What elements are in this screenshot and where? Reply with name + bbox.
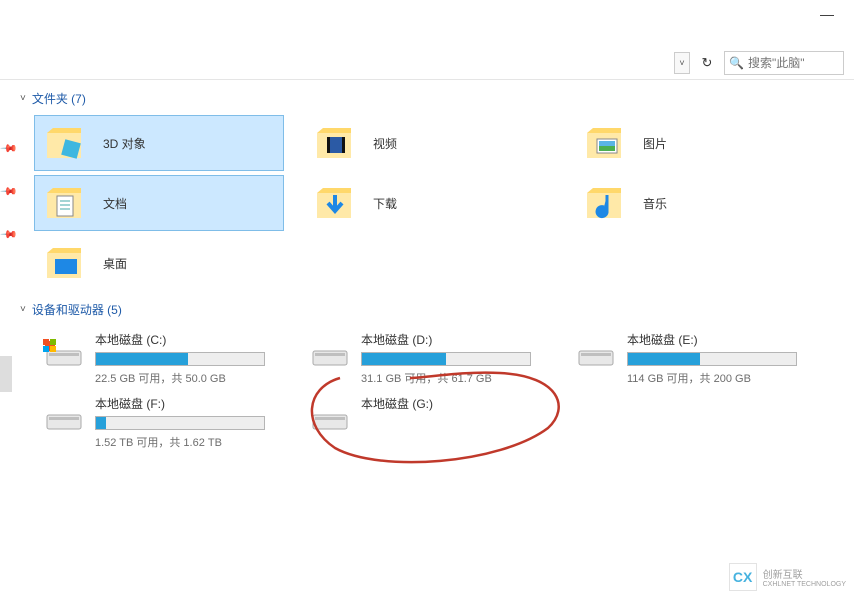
drive-item-e[interactable]: 本地磁盘 (E:) 114 GB 可用，共 200 GB	[572, 326, 832, 388]
folder-icon	[43, 241, 87, 285]
pin-icon: 📌	[0, 139, 18, 158]
drives-label: 设备和驱动器 (5)	[32, 301, 122, 318]
drive-item-d[interactable]: 本地磁盘 (D:) 31.1 GB 可用，共 61.7 GB	[306, 326, 566, 388]
watermark-logo: CX	[729, 563, 757, 591]
folder-label: 音乐	[643, 195, 667, 212]
drive-name: 本地磁盘 (C:)	[95, 331, 295, 348]
search-input[interactable]	[748, 56, 838, 70]
drive-usage-bar	[95, 352, 265, 366]
search-icon: 🔍	[729, 56, 744, 70]
drive-usage-bar	[627, 352, 797, 366]
folder-icon	[583, 121, 627, 165]
chevron-down-icon: ˅	[20, 93, 26, 104]
folders-header[interactable]: ˅ 文件夹 (7)	[0, 80, 854, 115]
folder-item-music[interactable]: 音乐	[574, 175, 824, 231]
watermark-cn: 创新互联	[763, 566, 846, 581]
drive-usage-bar	[361, 352, 531, 366]
drive-name: 本地磁盘 (F:)	[95, 395, 295, 412]
drive-usage-text: 114 GB 可用，共 200 GB	[627, 370, 827, 386]
address-bar: ˅ ↻ 🔍	[0, 46, 854, 80]
sidebar-handle[interactable]	[0, 356, 12, 392]
watermark: CX 创新互联 CXHLNET TECHNOLOGY	[729, 563, 846, 591]
drive-icon	[45, 405, 83, 433]
quick-access-pins: 📌 📌 📌	[0, 142, 16, 241]
pin-icon: 📌	[0, 182, 18, 201]
drive-name: 本地磁盘 (E:)	[627, 331, 827, 348]
drive-item-f[interactable]: 本地磁盘 (F:) 1.52 TB 可用，共 1.62 TB	[40, 390, 300, 452]
folder-label: 桌面	[103, 255, 127, 272]
drive-usage-bar	[95, 416, 265, 430]
drive-icon	[577, 341, 615, 369]
drive-item-c[interactable]: 本地磁盘 (C:) 22.5 GB 可用，共 50.0 GB	[40, 326, 300, 388]
drive-usage-text: 22.5 GB 可用，共 50.0 GB	[95, 370, 295, 386]
folder-item-documents[interactable]: 文档	[34, 175, 284, 231]
folders-label: 文件夹 (7)	[32, 90, 86, 107]
minimize-button[interactable]: —	[820, 6, 834, 19]
drive-icon	[45, 341, 83, 369]
address-dropdown[interactable]: ˅	[674, 52, 690, 74]
drive-icon	[311, 341, 349, 369]
refresh-button[interactable]: ↻	[696, 52, 718, 74]
watermark-en: CXHLNET TECHNOLOGY	[763, 581, 846, 588]
drives-grid: 本地磁盘 (C:) 22.5 GB 可用，共 50.0 GB 本地磁盘 (D:)…	[0, 326, 854, 452]
folder-item-3d[interactable]: 3D 对象	[34, 115, 284, 171]
folder-item-desktop[interactable]: 桌面	[34, 235, 284, 291]
title-bar: —	[0, 0, 854, 20]
chevron-down-icon: ˅	[20, 304, 26, 315]
folder-icon	[43, 181, 87, 225]
drive-usage-text: 1.52 TB 可用，共 1.62 TB	[95, 434, 295, 450]
folder-icon	[583, 181, 627, 225]
folder-label: 文档	[103, 195, 127, 212]
drive-usage-text: 31.1 GB 可用，共 61.7 GB	[361, 370, 561, 386]
search-box[interactable]: 🔍	[724, 51, 844, 75]
folder-item-videos[interactable]: 视频	[304, 115, 554, 171]
folder-item-pictures[interactable]: 图片	[574, 115, 824, 171]
folder-icon	[313, 121, 357, 165]
folder-label: 下载	[373, 195, 397, 212]
drives-header[interactable]: ˅ 设备和驱动器 (5)	[0, 291, 854, 326]
folder-label: 图片	[643, 135, 667, 152]
folder-label: 3D 对象	[103, 135, 146, 152]
drive-icon	[311, 405, 349, 433]
folder-item-downloads[interactable]: 下载	[304, 175, 554, 231]
drive-name: 本地磁盘 (D:)	[361, 331, 561, 348]
folders-grid: 3D 对象 视频 图片 文档 下载 音乐 桌面	[0, 115, 854, 291]
folder-icon	[43, 121, 87, 165]
drive-name: 本地磁盘 (G:)	[361, 395, 561, 412]
folder-label: 视频	[373, 135, 397, 152]
folder-icon	[313, 181, 357, 225]
drive-item-g[interactable]: 本地磁盘 (G:)	[306, 390, 566, 452]
